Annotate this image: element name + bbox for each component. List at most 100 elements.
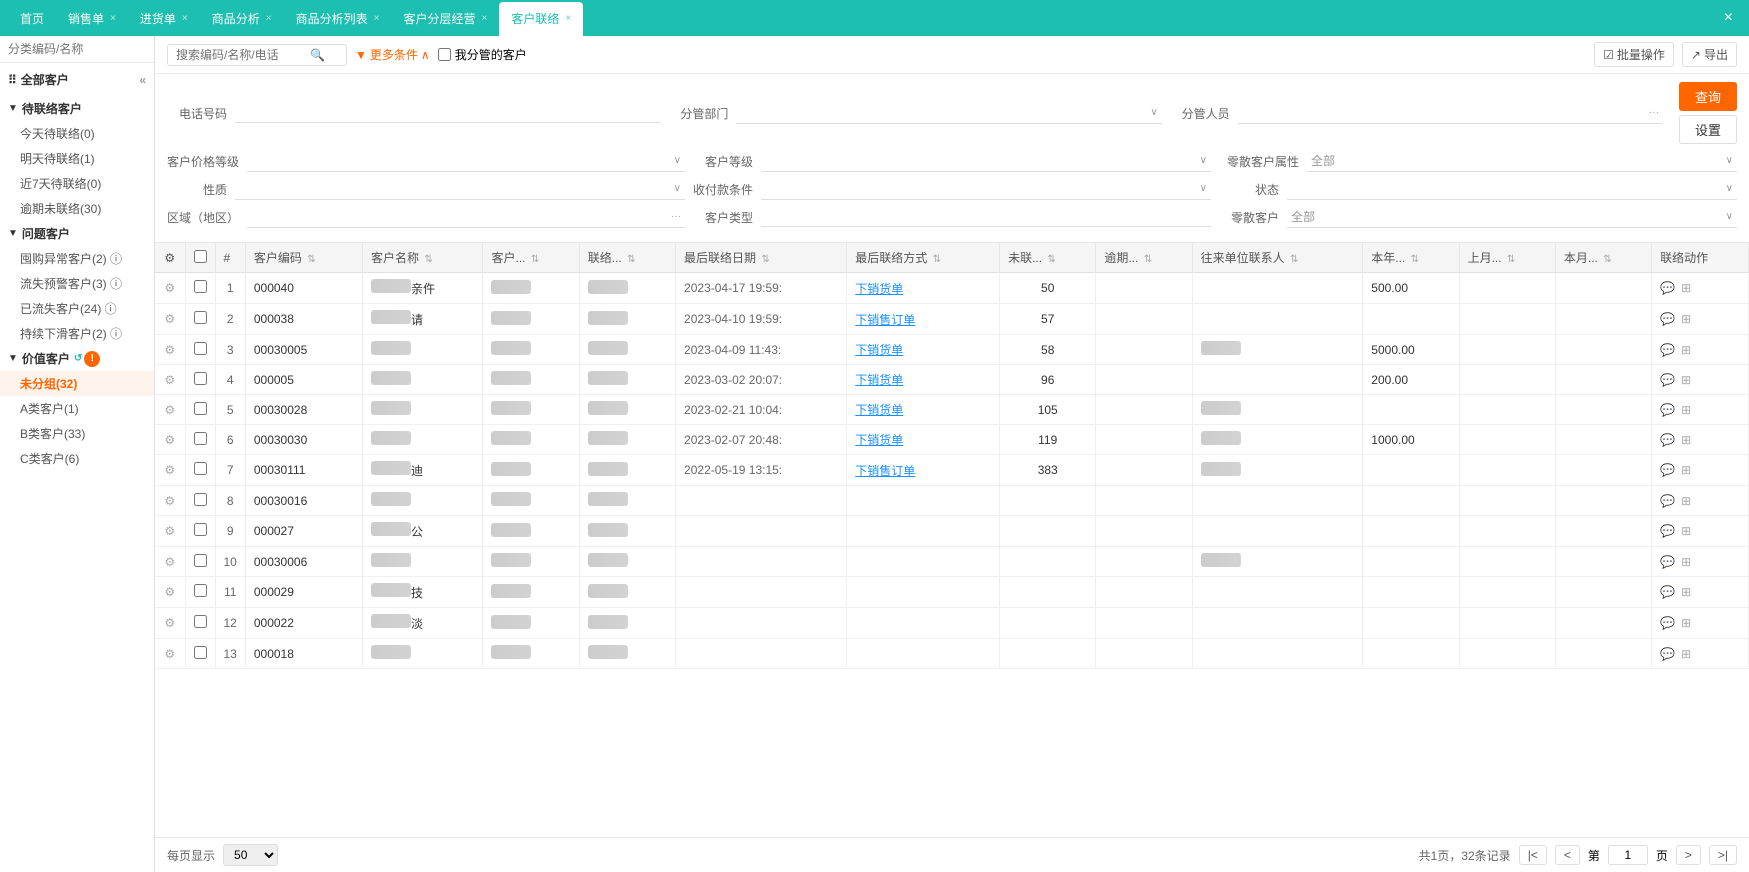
grid-icon-2[interactable]: ⊞ bbox=[1681, 343, 1691, 357]
col-settings[interactable]: ⚙ bbox=[155, 243, 185, 273]
chat-icon-8[interactable]: 💬 bbox=[1660, 524, 1675, 538]
sidebar-item-today[interactable]: 今天待联络(0) bbox=[0, 121, 154, 146]
phone-input[interactable] bbox=[235, 104, 660, 123]
close-purchase-tab[interactable]: × bbox=[182, 13, 188, 24]
batch-ops-btn[interactable]: ☑ 批量操作 bbox=[1594, 42, 1674, 67]
status-select[interactable]: ∨ bbox=[1287, 178, 1737, 200]
row-check-10[interactable] bbox=[185, 577, 215, 608]
chat-icon-10[interactable]: 💬 bbox=[1660, 585, 1675, 599]
sidebar-item-churn-warning[interactable]: 流失预警客户(3) ⓘ bbox=[0, 271, 154, 296]
nav-purchase[interactable]: 进货单 × bbox=[128, 0, 200, 36]
row-check-4[interactable] bbox=[185, 395, 215, 425]
filter-search-icon[interactable]: 🔍 bbox=[310, 48, 325, 62]
row-last-method-3[interactable]: 下销货单 bbox=[847, 365, 1000, 395]
col-this-month[interactable]: 本月... ⇅ bbox=[1555, 243, 1651, 273]
close-customer-segment-tab[interactable]: × bbox=[481, 13, 487, 24]
filter-search-box[interactable]: 🔍 bbox=[167, 44, 347, 66]
row-check-0[interactable] bbox=[185, 273, 215, 304]
col-last-contact-method[interactable]: 最后联络方式 ⇅ bbox=[847, 243, 1000, 273]
sidebar-item-overdue[interactable]: 逾期未联络(30) bbox=[0, 196, 154, 221]
row-gear-8[interactable]: ⚙ bbox=[155, 516, 185, 547]
col-checkbox[interactable] bbox=[185, 243, 215, 273]
grid-icon-0[interactable]: ⊞ bbox=[1681, 281, 1691, 295]
col-contact[interactable]: 联络... ⇅ bbox=[579, 243, 675, 273]
col-overdue[interactable]: 逾期... ⇅ bbox=[1096, 243, 1192, 273]
nav-customer-contact[interactable]: 客户联络 × bbox=[499, 2, 583, 38]
close-customer-contact-tab[interactable]: × bbox=[565, 13, 571, 24]
sidebar-section-value[interactable]: ▼ 价值客户 ↺ ! bbox=[0, 346, 154, 371]
col-last-contact-date[interactable]: 最后联络日期 ⇅ bbox=[676, 243, 847, 273]
chat-icon-5[interactable]: 💬 bbox=[1660, 433, 1675, 447]
row-last-method-7[interactable] bbox=[847, 486, 1000, 516]
grid-icon-8[interactable]: ⊞ bbox=[1681, 524, 1691, 538]
row-gear-10[interactable]: ⚙ bbox=[155, 577, 185, 608]
region-select[interactable]: ··· bbox=[247, 206, 685, 228]
nav-home[interactable]: 首页 bbox=[8, 0, 56, 36]
sidebar-item-tomorrow[interactable]: 明天待联络(1) bbox=[0, 146, 154, 171]
nav-customer-segment[interactable]: 客户分层经营 × bbox=[391, 0, 499, 36]
sidebar-search-bar[interactable]: 🔍 bbox=[0, 36, 154, 63]
chat-icon-4[interactable]: 💬 bbox=[1660, 403, 1675, 417]
query-btn[interactable]: 查询 bbox=[1679, 82, 1737, 111]
col-no-contact[interactable]: 未联... ⇅ bbox=[1000, 243, 1096, 273]
sidebar-section-pending[interactable]: ▼ 待联络客户 bbox=[0, 96, 154, 121]
first-page-btn[interactable]: |< bbox=[1519, 845, 1547, 865]
nature-select[interactable]: ∨ bbox=[235, 178, 685, 200]
col-contacts-person[interactable]: 往来单位联系人 ⇅ bbox=[1192, 243, 1363, 273]
row-gear-5[interactable]: ⚙ bbox=[155, 425, 185, 455]
row-check-6[interactable] bbox=[185, 455, 215, 486]
row-check-9[interactable] bbox=[185, 547, 215, 577]
price-level-select[interactable]: ∨ bbox=[247, 150, 685, 172]
grid-icon-9[interactable]: ⊞ bbox=[1681, 555, 1691, 569]
my-customers-check[interactable] bbox=[438, 48, 451, 61]
row-gear-2[interactable]: ⚙ bbox=[155, 335, 185, 365]
sidebar-collapse-btn[interactable]: « bbox=[139, 73, 146, 87]
chat-icon-9[interactable]: 💬 bbox=[1660, 555, 1675, 569]
row-last-method-11[interactable] bbox=[847, 608, 1000, 639]
grid-icon-11[interactable]: ⊞ bbox=[1681, 616, 1691, 630]
sidebar-section-problem[interactable]: ▼ 问题客户 bbox=[0, 221, 154, 246]
row-check-5[interactable] bbox=[185, 425, 215, 455]
payment-select[interactable]: ∨ bbox=[761, 178, 1211, 200]
customer-level-select[interactable]: ∨ bbox=[761, 150, 1211, 172]
row-check-7[interactable] bbox=[185, 486, 215, 516]
close-sales-tab[interactable]: × bbox=[110, 13, 116, 24]
sidebar-item-churned[interactable]: 已流失客户(24) ⓘ bbox=[0, 296, 154, 321]
row-gear-9[interactable]: ⚙ bbox=[155, 547, 185, 577]
col-last-month[interactable]: 上月... ⇅ bbox=[1459, 243, 1555, 273]
nav-sales[interactable]: 销售单 × bbox=[56, 0, 128, 36]
row-last-method-0[interactable]: 下销货单 bbox=[847, 273, 1000, 304]
col-type[interactable]: 客户... ⇅ bbox=[483, 243, 579, 273]
row-gear-11[interactable]: ⚙ bbox=[155, 608, 185, 639]
row-last-method-2[interactable]: 下销货单 bbox=[847, 335, 1000, 365]
chat-icon-6[interactable]: 💬 bbox=[1660, 463, 1675, 477]
prev-page-btn[interactable]: < bbox=[1555, 845, 1580, 865]
sidebar-item-abnormal[interactable]: 囤购异常客户(2) ⓘ bbox=[0, 246, 154, 271]
row-last-method-4[interactable]: 下销货单 bbox=[847, 395, 1000, 425]
chat-icon-2[interactable]: 💬 bbox=[1660, 343, 1675, 357]
sidebar-item-b-class[interactable]: B类客户(33) bbox=[0, 421, 154, 446]
sidebar-item-declining[interactable]: 持续下滑客户(2) ⓘ bbox=[0, 321, 154, 346]
sidebar-item-c-class[interactable]: C类客户(6) bbox=[0, 446, 154, 471]
filter-search-input[interactable] bbox=[176, 48, 306, 62]
col-this-year[interactable]: 本年... ⇅ bbox=[1363, 243, 1459, 273]
row-last-method-12[interactable] bbox=[847, 639, 1000, 669]
grid-icon-5[interactable]: ⊞ bbox=[1681, 433, 1691, 447]
chat-icon-0[interactable]: 💬 bbox=[1660, 281, 1675, 295]
page-number-input[interactable] bbox=[1608, 845, 1648, 865]
sidebar-search-input[interactable] bbox=[8, 42, 155, 56]
grid-icon-1[interactable]: ⊞ bbox=[1681, 312, 1691, 326]
row-gear-0[interactable]: ⚙ bbox=[155, 273, 185, 304]
window-close-btn[interactable]: × bbox=[1716, 5, 1741, 31]
row-check-3[interactable] bbox=[185, 365, 215, 395]
page-size-select[interactable]: 50 100 200 bbox=[223, 844, 278, 866]
filter-more-conditions[interactable]: ▼ 更多条件 ∧ bbox=[355, 46, 430, 63]
grid-icon-7[interactable]: ⊞ bbox=[1681, 494, 1691, 508]
chat-icon-7[interactable]: 💬 bbox=[1660, 494, 1675, 508]
customer-type-input[interactable] bbox=[761, 208, 1211, 227]
row-check-11[interactable] bbox=[185, 608, 215, 639]
row-gear-3[interactable]: ⚙ bbox=[155, 365, 185, 395]
row-last-method-5[interactable]: 下销货单 bbox=[847, 425, 1000, 455]
row-check-1[interactable] bbox=[185, 304, 215, 335]
my-customers-checkbox[interactable]: 我分管的客户 bbox=[438, 46, 527, 63]
